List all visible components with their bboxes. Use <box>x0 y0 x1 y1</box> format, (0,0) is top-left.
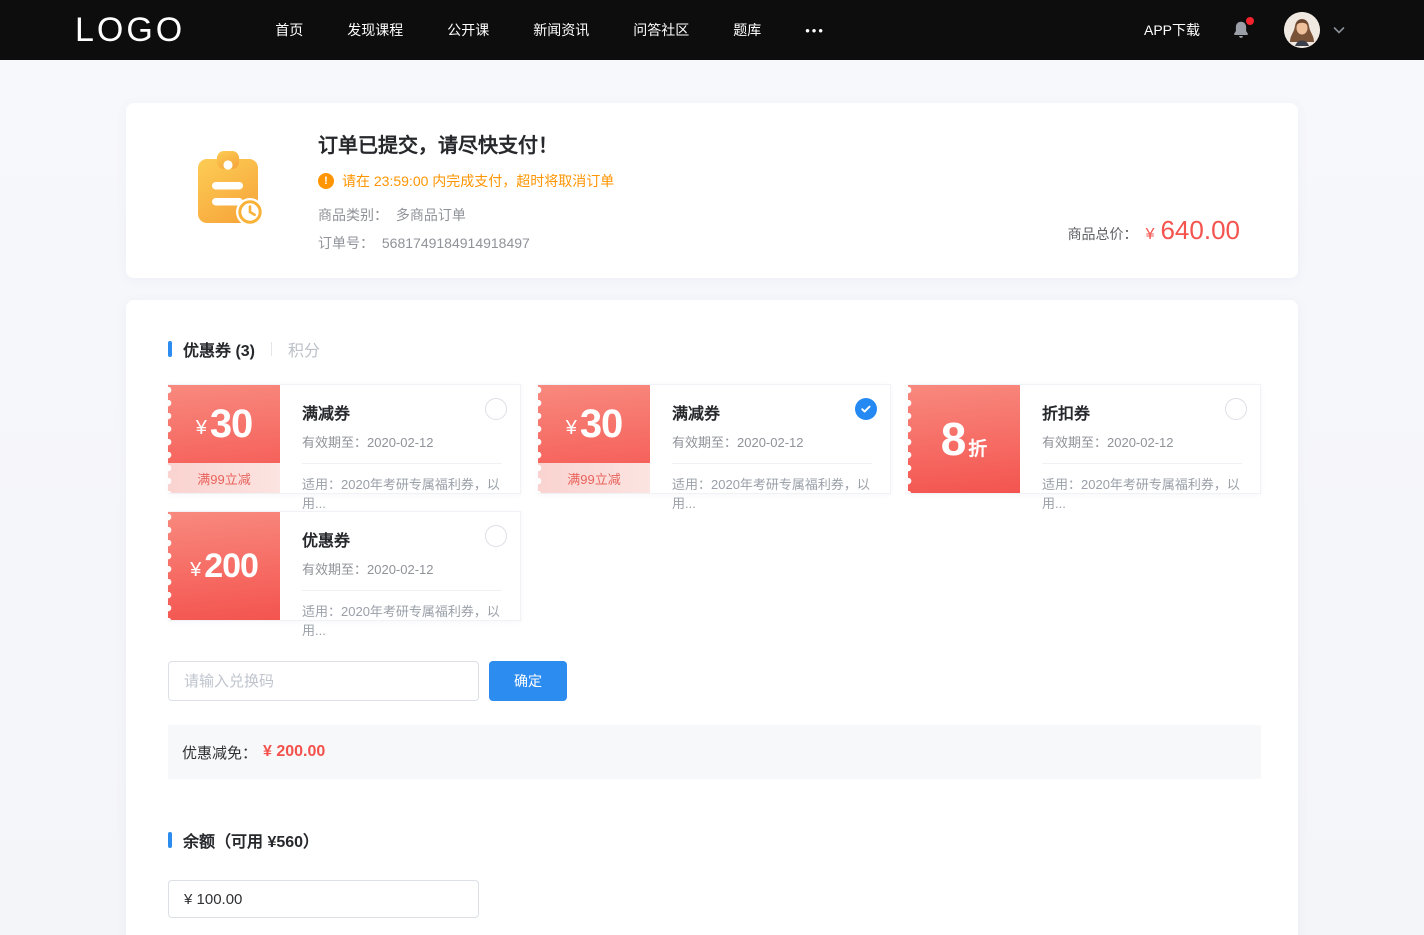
redeem-code-row: 确定 <box>168 661 1261 701</box>
coupon-validity: 有效期至：2020-02-12 <box>1042 432 1242 451</box>
coupon-title: 满减券 <box>302 400 502 424</box>
tab-coupons[interactable]: 优惠券 (3) <box>183 337 255 361</box>
order-number-label: 订单号： <box>318 235 374 251</box>
coupon-scope: 适用：2020年考研专属福利券，以用... <box>672 463 872 512</box>
coupon-radio-unselected[interactable] <box>1225 398 1247 420</box>
coupon-condition-badge: 满99立减 <box>538 463 650 493</box>
discount-value: ¥ 200.00 <box>263 743 325 761</box>
balance-title: 余额（可用 ¥560） <box>183 828 319 852</box>
currency-symbol: ¥ <box>1146 226 1155 244</box>
warning-icon: ! <box>318 173 334 189</box>
coupon-currency: ¥ <box>196 417 207 440</box>
coupon-value-block: ¥ 30 满99立减 <box>168 385 280 493</box>
coupon-scope: 适用：2020年考研专属福利券，以用... <box>302 590 502 639</box>
coupon-currency: ¥ <box>190 559 201 582</box>
nav-item-news[interactable]: 新闻资讯 <box>511 20 611 40</box>
top-navbar: LOGO 首页 发现课程 公开课 新闻资讯 问答社区 题库 ••• APP下载 <box>0 0 1424 60</box>
coupon-details: 满减券 有效期至：2020-02-12 适用：2020年考研专属福利券，以用..… <box>280 385 520 493</box>
chevron-down-icon[interactable] <box>1332 23 1346 37</box>
coupon-card-full-reduction-30[interactable]: ¥ 30 满99立减 满减券 有效期至：2020-02-12 适用：2020年考… <box>168 384 521 494</box>
confirm-button[interactable]: 确定 <box>489 661 567 701</box>
coupon-validity: 有效期至：2020-02-12 <box>302 432 502 451</box>
coupon-details: 满减券 有效期至：2020-02-12 适用：2020年考研专属福利券，以用..… <box>650 385 890 493</box>
coupon-grid: ¥ 30 满99立减 满减券 有效期至：2020-02-12 适用：2020年考… <box>168 384 1261 621</box>
coupon-currency: ¥ <box>566 417 577 440</box>
tab-divider <box>271 342 272 356</box>
coupon-title: 折扣券 <box>1042 400 1242 424</box>
notification-unread-dot <box>1246 17 1254 25</box>
main-nav: 首页 发现课程 公开课 新闻资讯 问答社区 题库 ••• <box>253 20 847 40</box>
nav-item-home[interactable]: 首页 <box>253 20 325 40</box>
coupon-amount: 30 <box>580 402 623 447</box>
coupon-details: 折扣券 有效期至：2020-02-12 适用：2020年考研专属福利券，以用..… <box>1020 385 1260 493</box>
coupon-amount: 8 <box>941 412 966 466</box>
coupon-radio-unselected[interactable] <box>485 525 507 547</box>
coupon-card-full-reduction-30-selected[interactable]: ¥ 30 满99立减 满减券 有效期至：2020-02-12 适用：2020年考… <box>538 384 891 494</box>
coupon-scope: 适用：2020年考研专属福利券，以用... <box>302 463 502 512</box>
coupon-value-block: 8 折 <box>908 385 1020 493</box>
category-label: 商品类别： <box>318 207 388 223</box>
order-category-row: 商品类别： 多商品订单 <box>318 205 614 225</box>
warning-text: 请在 23:59:00 内完成支付，超时将取消订单 <box>342 171 614 191</box>
section-accent-bar <box>168 341 172 357</box>
avatar-image <box>1284 12 1320 48</box>
balance-section-header: 余额（可用 ¥560） <box>168 828 1261 852</box>
coupon-amount: 200 <box>204 547 258 586</box>
nav-item-question-bank[interactable]: 题库 <box>711 20 783 40</box>
category-value: 多商品订单 <box>396 207 466 223</box>
order-number-value: 5681749184914918497 <box>382 235 530 251</box>
discount-label: 优惠减免： <box>182 742 257 763</box>
coupon-title: 满减券 <box>672 400 872 424</box>
clipboard-clock-icon <box>184 144 272 237</box>
navbar-right: APP下载 <box>1144 12 1346 48</box>
tab-points[interactable]: 积分 <box>288 337 320 361</box>
coupon-title: 优惠券 <box>302 527 502 551</box>
order-summary-card: 订单已提交，请尽快支付！ ! 请在 23:59:00 内完成支付，超时将取消订单… <box>126 103 1298 278</box>
redeem-code-input[interactable] <box>168 661 479 701</box>
section-accent-bar <box>168 832 172 848</box>
coupon-radio-unselected[interactable] <box>485 398 507 420</box>
coupon-section-header: 优惠券 (3) 积分 <box>168 337 1261 361</box>
logo[interactable]: LOGO <box>75 11 185 50</box>
total-price-value: 640.00 <box>1160 215 1240 246</box>
coupon-value-block: ¥ 30 满99立减 <box>538 385 650 493</box>
discount-summary-bar: 优惠减免： ¥ 200.00 <box>168 725 1261 779</box>
order-total: 商品总价： ¥ 640.00 <box>1068 215 1240 278</box>
order-title: 订单已提交，请尽快支付！ <box>318 129 614 158</box>
coupon-value-block: ¥ 200 <box>168 512 280 620</box>
coupon-condition-badge: 满99立减 <box>168 463 280 493</box>
coupon-validity: 有效期至：2020-02-12 <box>302 559 502 578</box>
coupon-details: 优惠券 有效期至：2020-02-12 适用：2020年考研专属福利券，以用..… <box>280 512 520 620</box>
nav-item-discover-courses[interactable]: 发现课程 <box>325 20 425 40</box>
payment-options-card: 优惠券 (3) 积分 ¥ 30 满99立减 满减券 有效期至：2020-02-1… <box>126 300 1298 935</box>
order-info: 订单已提交，请尽快支付！ ! 请在 23:59:00 内完成支付，超时将取消订单… <box>318 129 614 253</box>
user-avatar[interactable] <box>1284 12 1320 48</box>
app-download-link[interactable]: APP下载 <box>1144 20 1200 40</box>
coupon-amount: 30 <box>210 402 253 447</box>
balance-amount-input[interactable] <box>168 880 479 918</box>
coupon-card-discount-80pct[interactable]: 8 折 折扣券 有效期至：2020-02-12 适用：2020年考研专属福利券，… <box>908 384 1261 494</box>
total-price-label: 商品总价： <box>1068 224 1138 244</box>
nav-item-qa-community[interactable]: 问答社区 <box>611 20 711 40</box>
payment-deadline-warning: ! 请在 23:59:00 内完成支付，超时将取消订单 <box>318 171 614 191</box>
coupon-radio-selected[interactable] <box>855 398 877 420</box>
nav-more-ellipsis-icon[interactable]: ••• <box>783 23 847 38</box>
nav-item-open-courses[interactable]: 公开课 <box>425 20 511 40</box>
coupon-amount-suffix: 折 <box>968 434 987 461</box>
coupon-validity: 有效期至：2020-02-12 <box>672 432 872 451</box>
coupon-scope: 适用：2020年考研专属福利券，以用... <box>1042 463 1242 512</box>
check-icon <box>860 403 872 415</box>
order-number-row: 订单号： 5681749184914918497 <box>318 233 614 253</box>
coupon-card-voucher-200[interactable]: ¥ 200 优惠券 有效期至：2020-02-12 适用：2020年考研专属福利… <box>168 511 521 621</box>
notification-bell-icon[interactable] <box>1230 19 1252 41</box>
